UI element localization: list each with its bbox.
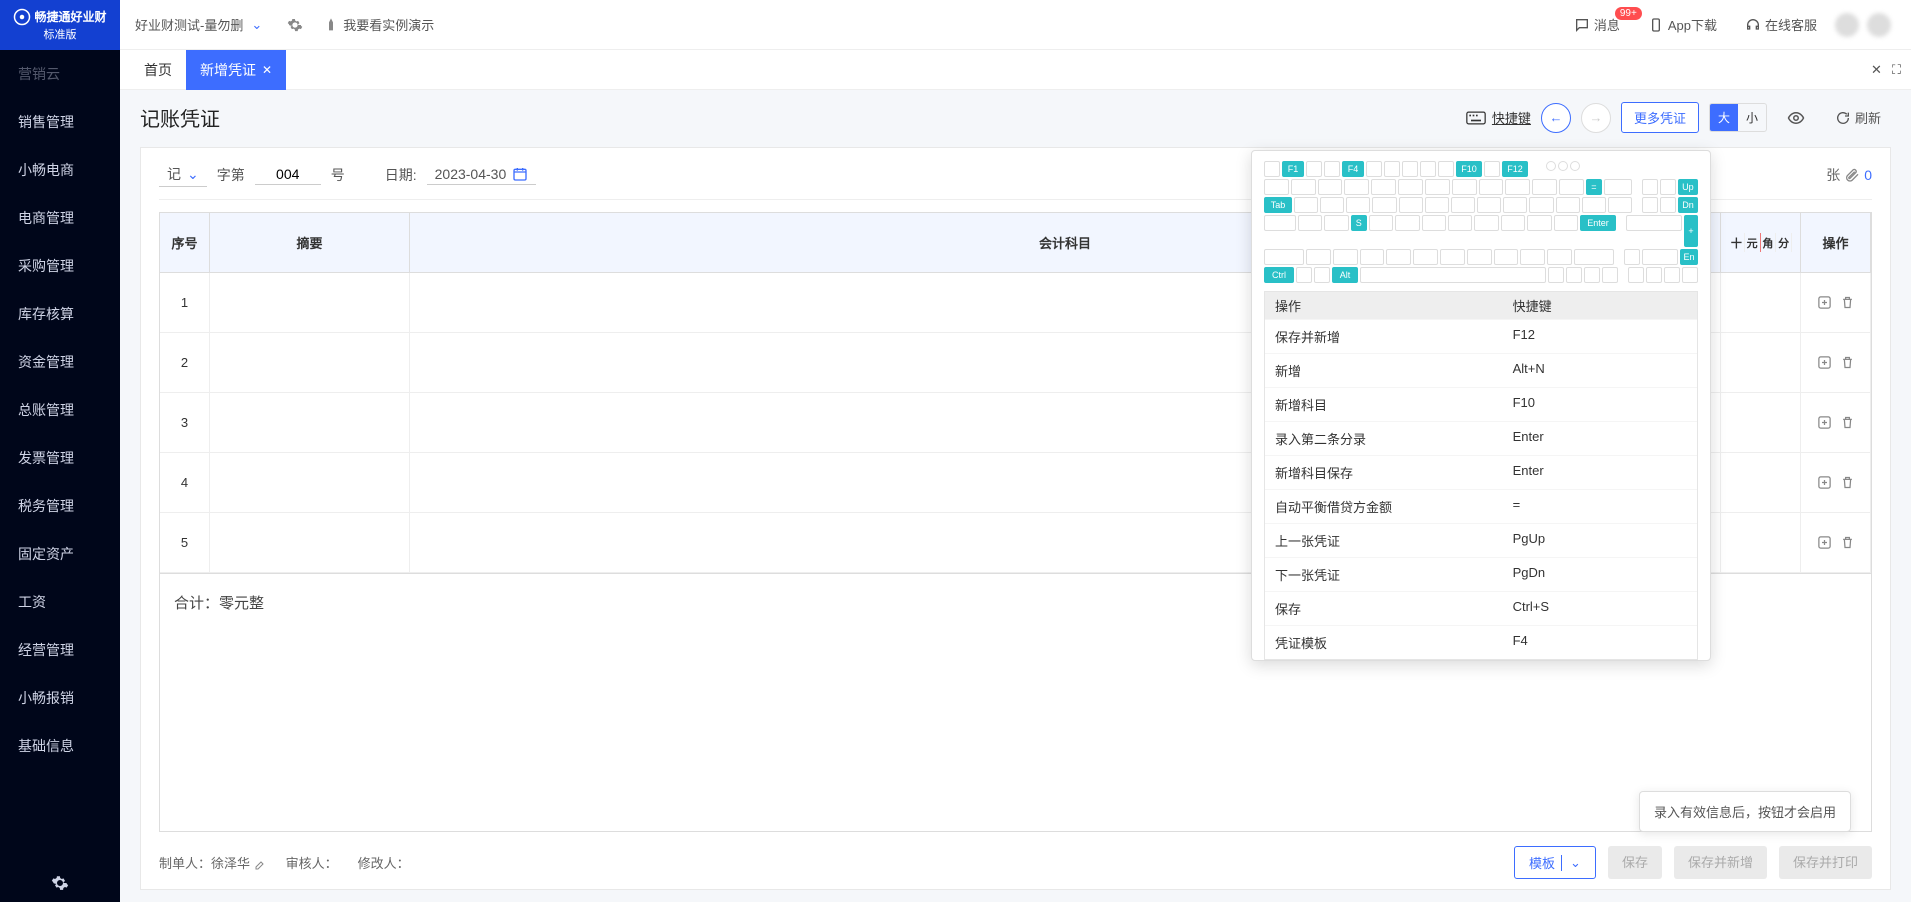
sidebar-item[interactable]: 基础信息 (0, 722, 120, 770)
shortcut-popover: F1 F4 F10 F12 = (1251, 150, 1711, 661)
shortcut-row: 新增科目保存Enter (1265, 455, 1697, 489)
messages-button[interactable]: 消息 99+ (1564, 15, 1630, 34)
keyboard-diagram: F1 F4 F10 F12 = (1264, 161, 1698, 283)
logo: 畅捷通好业财 标准版 (0, 0, 120, 50)
sidebar-settings-button[interactable] (0, 864, 120, 902)
tooltip: 录入有效信息后，按钮才会启用 (1639, 791, 1851, 832)
more-vouchers-button[interactable]: 更多凭证 (1621, 102, 1699, 133)
modifier-label: 修改人： (358, 853, 410, 872)
phone-icon (1648, 17, 1664, 33)
gear-icon (287, 17, 303, 33)
shortcut-row: 自动平衡借贷方金额= (1265, 489, 1697, 523)
tab-new-voucher[interactable]: 新增凭证 ✕ (186, 50, 286, 90)
delete-row-icon[interactable] (1840, 535, 1855, 550)
auditor-label: 审核人： (286, 853, 338, 872)
add-row-icon[interactable] (1817, 535, 1832, 550)
sidebar-item[interactable]: 税务管理 (0, 482, 120, 530)
template-button[interactable]: 模板 ⌄ (1514, 846, 1596, 879)
tab-home[interactable]: 首页 (130, 50, 186, 90)
avatar[interactable] (1835, 13, 1859, 37)
settings-gear-button[interactable] (277, 17, 313, 33)
shortcut-th-key: 快捷键 (1503, 292, 1697, 319)
th-number: 序号 (160, 213, 210, 272)
badge-count: 99+ (1615, 7, 1642, 20)
sidebar-item[interactable]: 发票管理 (0, 434, 120, 482)
refresh-button[interactable]: 刷新 (1825, 108, 1891, 127)
sidebar-item[interactable]: 库存核算 (0, 290, 120, 338)
close-panel-button[interactable]: ✕ (1871, 62, 1882, 78)
shortcut-row: 新增科目F10 (1265, 387, 1697, 421)
chevron-down-icon: ⌄ (1561, 855, 1581, 871)
delete-row-icon[interactable] (1840, 295, 1855, 310)
shortcut-row: 上一张凭证PgUp (1265, 523, 1697, 557)
app-download-button[interactable]: App下载 (1638, 15, 1727, 34)
add-row-icon[interactable] (1817, 415, 1832, 430)
date-input[interactable]: 2023-04-30 (427, 164, 537, 185)
label: 号 (331, 165, 345, 185)
sidebar-item[interactable]: 采购管理 (0, 242, 120, 290)
close-icon[interactable]: ✕ (262, 63, 272, 77)
voucher-type-select[interactable]: 记 ⌄ (159, 162, 207, 187)
sidebar-item[interactable]: 总账管理 (0, 386, 120, 434)
th-summary: 摘要 (210, 213, 410, 272)
company-selector[interactable]: 好业财测试-量勿删 ⌄ (120, 15, 277, 34)
demo-link[interactable]: 我要看实例演示 (313, 15, 444, 34)
gear-icon (51, 874, 69, 892)
calendar-icon (512, 166, 528, 182)
th-units: 十元角分 (1721, 213, 1801, 272)
add-row-icon[interactable] (1817, 355, 1832, 370)
shortcut-keys-button[interactable]: 快捷键 (1466, 108, 1531, 127)
sidebar-item[interactable]: 销售管理 (0, 98, 120, 146)
save-button: 保存 (1608, 846, 1662, 879)
add-row-icon[interactable] (1817, 475, 1832, 490)
save-new-button: 保存并新增 (1674, 846, 1767, 879)
sidebar: 营销云 销售管理 小畅电商 电商管理 采购管理 库存核算 资金管理 总账管理 发… (0, 50, 120, 902)
next-voucher-button[interactable]: → (1581, 103, 1611, 133)
eye-icon (1787, 109, 1805, 127)
attachment-count[interactable]: 张 0 (1826, 165, 1872, 185)
chevron-down-icon: ⌄ (187, 166, 199, 183)
shortcut-row: 新增Alt+N (1265, 353, 1697, 387)
delete-row-icon[interactable] (1840, 355, 1855, 370)
sidebar-item[interactable]: 资金管理 (0, 338, 120, 386)
prev-voucher-button[interactable]: ← (1541, 103, 1571, 133)
sidebar-item[interactable]: 固定资产 (0, 530, 120, 578)
refresh-icon (1835, 110, 1851, 126)
shortcut-th-op: 操作 (1265, 292, 1503, 319)
shortcut-row: 保存并新增F12 (1265, 319, 1697, 353)
shortcut-row: 录入第二条分录Enter (1265, 421, 1697, 455)
label: 字第 (217, 165, 245, 185)
customer-service-button[interactable]: 在线客服 (1735, 15, 1827, 34)
sidebar-item[interactable]: 小畅报销 (0, 674, 120, 722)
sidebar-item[interactable]: 营销云 (0, 50, 120, 98)
edit-icon[interactable] (254, 859, 266, 871)
avatar-secondary[interactable] (1867, 13, 1891, 37)
delete-row-icon[interactable] (1840, 475, 1855, 490)
sidebar-item[interactable]: 经营管理 (0, 626, 120, 674)
delete-row-icon[interactable] (1840, 415, 1855, 430)
voucher-number-input[interactable] (255, 164, 321, 185)
page-title: 记账凭证 (140, 103, 220, 132)
shortcut-row: 下一张凭证PgDn (1265, 557, 1697, 591)
label: 日期: (385, 165, 417, 185)
size-toggle[interactable]: 大 小 (1709, 103, 1767, 132)
hand-icon (323, 17, 339, 33)
sidebar-item[interactable]: 小畅电商 (0, 146, 120, 194)
keyboard-icon (1466, 111, 1486, 125)
th-action: 操作 (1801, 213, 1871, 272)
preview-button[interactable] (1777, 109, 1815, 127)
shortcut-row: 凭证模板F4 (1265, 625, 1697, 659)
chevron-down-icon: ⌄ (251, 17, 262, 33)
add-row-icon[interactable] (1817, 295, 1832, 310)
paperclip-icon (1844, 167, 1860, 183)
sidebar-item[interactable]: 工资 (0, 578, 120, 626)
brand-logo-icon (13, 8, 31, 26)
sidebar-item[interactable]: 电商管理 (0, 194, 120, 242)
headset-icon (1745, 17, 1761, 33)
save-print-button: 保存并打印 (1779, 846, 1872, 879)
fullscreen-button[interactable]: ⛶ (1892, 62, 1901, 78)
shortcut-row: 保存Ctrl+S (1265, 591, 1697, 625)
maker-label: 制单人：徐泽华 (159, 853, 266, 872)
chat-icon (1574, 17, 1590, 33)
